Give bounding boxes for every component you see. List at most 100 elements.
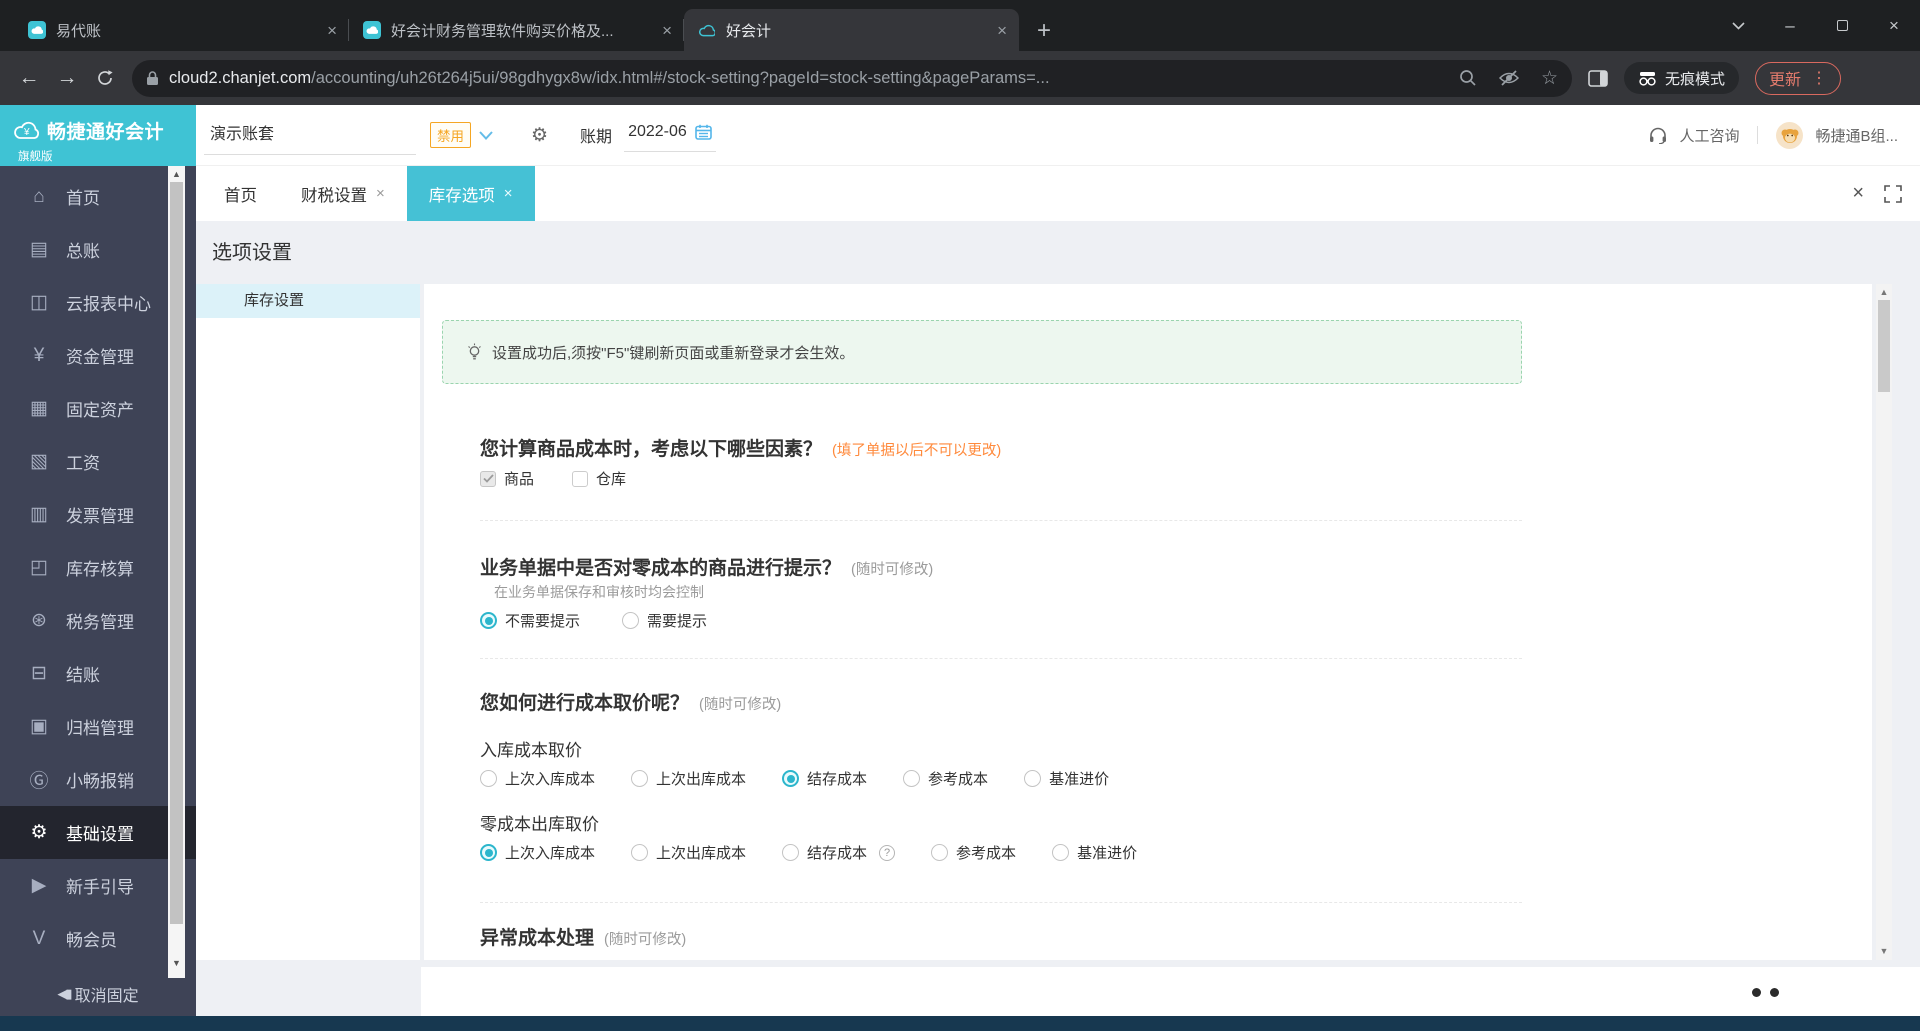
- tab-close-icon[interactable]: ×: [327, 22, 337, 39]
- sidebar-item-fixed-assets[interactable]: ▦ 固定资产: [0, 382, 196, 435]
- radio-unselected-icon: [622, 612, 640, 629]
- close-window-button[interactable]: ×: [1868, 0, 1920, 51]
- radio-last-outbound-cost[interactable]: 上次出库成本: [631, 768, 746, 789]
- maximize-button[interactable]: [1816, 0, 1868, 51]
- scroll-up-icon[interactable]: ▲: [1876, 287, 1892, 297]
- checkbox-checked-icon: [480, 470, 496, 487]
- back-button[interactable]: ←: [10, 59, 48, 97]
- subnav-item-stock-settings[interactable]: 库存设置: [196, 284, 420, 318]
- video-icon: ▶: [31, 875, 47, 896]
- incognito-icon: [1639, 71, 1656, 86]
- section-divider: [480, 658, 1522, 659]
- section-divider: [480, 902, 1522, 903]
- radio-base-price[interactable]: 基准进价: [1024, 768, 1109, 789]
- radio-balance-cost[interactable]: 结存成本?: [782, 842, 896, 863]
- radio-last-inbound-cost[interactable]: 上次入库成本: [480, 768, 595, 789]
- account-set-selector[interactable]: 演示账套: [204, 116, 416, 155]
- radio-last-inbound-cost[interactable]: 上次入库成本: [480, 842, 595, 863]
- reload-button[interactable]: [86, 59, 124, 97]
- radio-base-price[interactable]: 基准进价: [1052, 842, 1137, 863]
- browser-tab-3-active[interactable]: 好会计 ×: [684, 9, 1019, 51]
- page-tab-tax-settings[interactable]: 财税设置 ×: [279, 166, 407, 221]
- radio-reference-cost[interactable]: 参考成本: [931, 842, 1016, 863]
- tab-close-icon[interactable]: ×: [504, 185, 513, 202]
- page-tab-bar: 首页 财税设置 × 库存选项 × ×: [196, 166, 1920, 221]
- radio-need-prompt[interactable]: 需要提示: [622, 610, 707, 631]
- sidebar-item-cloud-reports[interactable]: ◫ 云报表中心: [0, 276, 196, 329]
- sidebar-item-beginner-guide[interactable]: ▶ 新手引导: [0, 859, 196, 912]
- sidebar-scrollbar-thumb[interactable]: [170, 182, 183, 924]
- account-settings-gear-icon[interactable]: ⚙: [531, 124, 548, 147]
- sidebar-item-funds[interactable]: ¥ 资金管理: [0, 329, 196, 382]
- home-icon: ⌂: [33, 185, 45, 207]
- scroll-down-icon[interactable]: ▼: [168, 958, 185, 968]
- sidebar-item-inventory[interactable]: ◰ 库存核算: [0, 541, 196, 594]
- forward-button[interactable]: →: [48, 59, 86, 97]
- radio-reference-cost[interactable]: 参考成本: [903, 768, 988, 789]
- period-picker[interactable]: 2022-06: [624, 119, 716, 152]
- app-title: 畅捷通好会计: [47, 121, 165, 143]
- window-menu-chevron-icon[interactable]: [1712, 0, 1764, 51]
- radio-last-outbound-cost[interactable]: 上次出库成本: [631, 842, 746, 863]
- question-title: 异常成本处理: [480, 928, 595, 949]
- bookmark-star-icon[interactable]: ☆: [1541, 67, 1558, 90]
- help-icon[interactable]: ?: [879, 844, 896, 861]
- radio-label: 参考成本: [928, 771, 989, 788]
- checkbox-warehouse[interactable]: 仓库: [572, 468, 626, 489]
- sidebar-item-closing[interactable]: ⊟ 结账: [0, 647, 196, 700]
- content-scrollbar-thumb[interactable]: [1878, 300, 1890, 392]
- sidebar-item-tax[interactable]: ⊛ 税务管理: [0, 594, 196, 647]
- sidebar-item-label: 资金管理: [66, 348, 134, 367]
- zoom-icon[interactable]: [1459, 69, 1477, 87]
- scroll-down-icon[interactable]: ▼: [1876, 946, 1892, 956]
- side-panel-icon[interactable]: [1588, 69, 1608, 87]
- sidebar-item-expense[interactable]: Ⓖ 小畅报销: [0, 753, 196, 806]
- radio-label: 上次出库成本: [656, 845, 747, 862]
- disabled-status-badge: 禁用: [430, 122, 471, 148]
- warehouse-icon: ◰: [30, 557, 48, 578]
- window-controls: – ×: [1712, 0, 1920, 51]
- period-label: 账期: [580, 129, 613, 146]
- sidebar-item-label: 税务管理: [66, 613, 134, 632]
- radio-unselected-icon: [631, 844, 649, 861]
- tab-title: 好会计: [726, 22, 772, 40]
- sidebar-item-invoices[interactable]: ▥ 发票管理: [0, 488, 196, 541]
- zero-cost-prompt-radios: 不需要提示 需要提示: [480, 610, 707, 631]
- browser-tab-2[interactable]: 好会计财务管理软件购买价格及... ×: [349, 9, 684, 51]
- radio-balance-cost[interactable]: 结存成本: [782, 768, 867, 789]
- browser-tab-1[interactable]: 易代账 ×: [14, 9, 349, 51]
- radio-no-prompt[interactable]: 不需要提示: [480, 610, 580, 631]
- sidebar-item-basic-settings[interactable]: ⚙ 基础设置: [0, 806, 196, 859]
- scroll-up-icon[interactable]: ▲: [168, 169, 185, 179]
- tab2-favicon-icon: [363, 21, 381, 39]
- update-button[interactable]: 更新 ⋮: [1755, 61, 1842, 95]
- user-name[interactable]: 畅捷通B组...: [1815, 125, 1898, 146]
- tab-close-icon[interactable]: ×: [662, 22, 672, 39]
- support-link[interactable]: 人工咨询: [1679, 125, 1739, 146]
- fullscreen-icon[interactable]: [1884, 184, 1902, 203]
- close-panel-icon[interactable]: ×: [1852, 182, 1864, 205]
- sidebar-item-home[interactable]: ⌂ 首页: [0, 170, 196, 223]
- url-bar[interactable]: cloud2.chanjet.com/accounting/uh26t264j5…: [132, 59, 1572, 97]
- sidebar-item-salary[interactable]: ▧ 工资: [0, 435, 196, 488]
- user-avatar[interactable]: [1776, 121, 1804, 149]
- eye-off-icon[interactable]: [1498, 69, 1519, 87]
- page-tab-home[interactable]: 首页: [202, 166, 279, 221]
- browser-menu-dots-icon[interactable]: ⋮: [1811, 68, 1827, 88]
- report-chart-icon: ◫: [30, 292, 48, 313]
- new-tab-button[interactable]: +: [1029, 19, 1059, 43]
- sidebar-item-archive[interactable]: ▣ 归档管理: [0, 700, 196, 753]
- checkbox-goods[interactable]: 商品: [480, 468, 534, 489]
- page-tab-stock-options-active[interactable]: 库存选项 ×: [406, 166, 535, 221]
- tab-close-icon[interactable]: ×: [997, 22, 1007, 39]
- sidebar-item-general-ledger[interactable]: ▤ 总账: [0, 223, 196, 276]
- sidebar-item-membership[interactable]: V 畅会员: [0, 912, 196, 965]
- minimize-button[interactable]: –: [1764, 0, 1816, 51]
- account-chevron-down-icon[interactable]: [479, 130, 493, 140]
- sidebar-scrollbar[interactable]: ▲ ▼: [168, 166, 185, 978]
- unpin-sidebar-button[interactable]: ◀▮ 取消固定: [0, 982, 196, 1006]
- tab-close-icon[interactable]: ×: [376, 185, 385, 202]
- radio-unselected-icon: [1024, 770, 1042, 787]
- checkbox-label: 仓库: [596, 471, 627, 488]
- content-scrollbar[interactable]: ▲ ▼: [1876, 284, 1892, 960]
